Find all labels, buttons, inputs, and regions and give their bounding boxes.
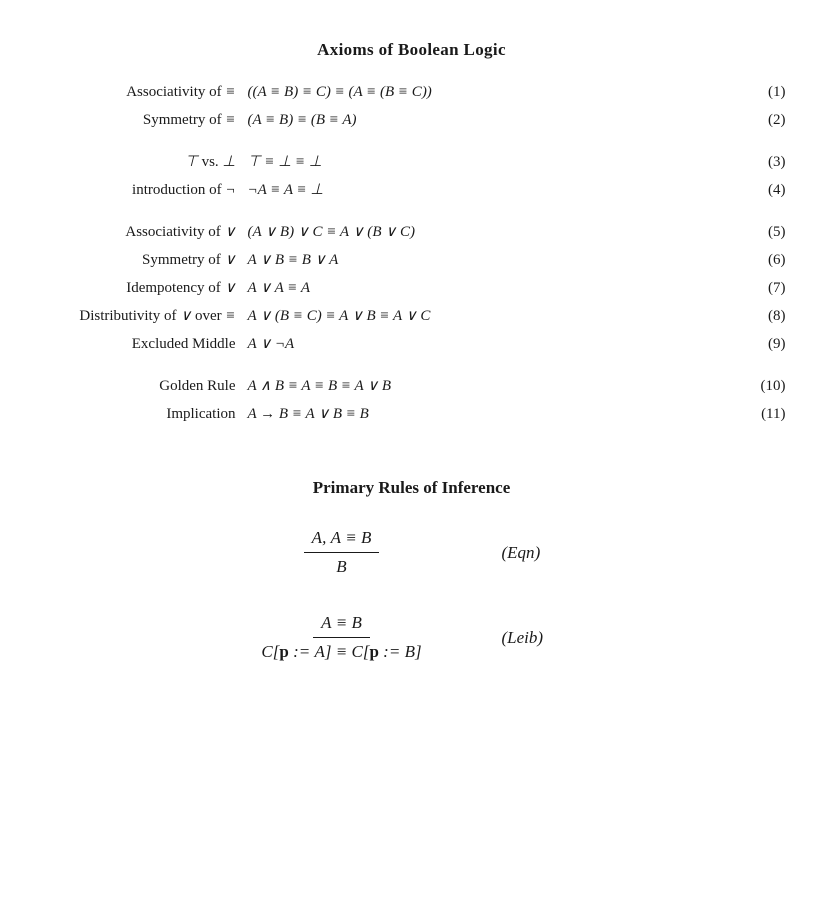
- axiom-name: Implication: [32, 400, 242, 428]
- table-row: Implication A → B ≡ A ∨ B ≡ B (11): [32, 400, 792, 428]
- axiom-number: (5): [712, 218, 792, 246]
- table-row: Associativity of ≡ ((A ≡ B) ≡ C) ≡ (A ≡ …: [32, 78, 792, 106]
- spacer-row: [32, 358, 792, 372]
- page-container: Axioms of Boolean Logic Associativity of…: [32, 40, 792, 864]
- spacer-row: [32, 204, 792, 218]
- inference-rule-leib: A ≡ B C[p := A] ≡ C[p := B] (Leib): [32, 613, 792, 662]
- axiom-name: Associativity of ≡: [32, 78, 242, 106]
- axioms-title: Axioms of Boolean Logic: [32, 40, 792, 60]
- table-row: Excluded Middle A ∨ ¬A (9): [32, 330, 792, 358]
- axiom-name: Distributivity of ∨ over ≡: [32, 302, 242, 330]
- axiom-formula: A ∨ ¬A: [242, 330, 712, 358]
- table-row: ⊤ vs. ⊥ ⊤ ≡ ⊥ ≡ ⊥ (3): [32, 148, 792, 176]
- axiom-number: (7): [712, 274, 792, 302]
- axiom-formula: ⊤ ≡ ⊥ ≡ ⊥: [242, 148, 712, 176]
- axiom-name: introduction of ¬: [32, 176, 242, 204]
- axiom-name: Excluded Middle: [32, 330, 242, 358]
- inference-rule-eqn: A, A ≡ B B (Eqn): [32, 528, 792, 577]
- fraction-numerator: A, A ≡ B: [304, 528, 380, 553]
- fraction-leib: A ≡ B C[p := A] ≡ C[p := B]: [253, 613, 429, 662]
- fraction-eqn: A, A ≡ B B: [304, 528, 380, 577]
- fraction-denominator: B: [328, 553, 354, 577]
- axiom-number: (10): [712, 372, 792, 400]
- axiom-name: Associativity of ∨: [32, 218, 242, 246]
- axiom-formula: A ∨ A ≡ A: [242, 274, 712, 302]
- axiom-formula: A ∨ B ≡ B ∨ A: [242, 246, 712, 274]
- fraction-numerator: A ≡ B: [313, 613, 370, 638]
- axiom-number: (4): [712, 176, 792, 204]
- table-row: Associativity of ∨ (A ∨ B) ∨ C ≡ A ∨ (B …: [32, 218, 792, 246]
- table-row: Idempotency of ∨ A ∨ A ≡ A (7): [32, 274, 792, 302]
- axiom-number: (3): [712, 148, 792, 176]
- axiom-name: Symmetry of ∨: [32, 246, 242, 274]
- axiom-number: (11): [712, 400, 792, 428]
- axiom-number: (9): [712, 330, 792, 358]
- axiom-name: ⊤ vs. ⊥: [32, 148, 242, 176]
- axiom-number: (6): [712, 246, 792, 274]
- spacer-row: [32, 134, 792, 148]
- table-row: introduction of ¬ ¬A ≡ A ≡ ⊥ (4): [32, 176, 792, 204]
- rule-label-leib: (Leib): [502, 628, 582, 648]
- axiom-number: (8): [712, 302, 792, 330]
- axiom-number: (2): [712, 106, 792, 134]
- axiom-name: Golden Rule: [32, 372, 242, 400]
- axiom-formula: (A ∨ B) ∨ C ≡ A ∨ (B ∨ C): [242, 218, 712, 246]
- fraction-denominator: C[p := A] ≡ C[p := B]: [253, 638, 429, 662]
- axiom-formula: ((A ≡ B) ≡ C) ≡ (A ≡ (B ≡ C)): [242, 78, 712, 106]
- table-row: Symmetry of ∨ A ∨ B ≡ B ∨ A (6): [32, 246, 792, 274]
- axiom-formula: A → B ≡ A ∨ B ≡ B: [242, 400, 712, 428]
- axiom-formula: A ∨ (B ≡ C) ≡ A ∨ B ≡ A ∨ C: [242, 302, 712, 330]
- axiom-formula: A ∧ B ≡ A ≡ B ≡ A ∨ B: [242, 372, 712, 400]
- axioms-section: Axioms of Boolean Logic Associativity of…: [32, 40, 792, 428]
- table-row: Golden Rule A ∧ B ≡ A ≡ B ≡ A ∨ B (10): [32, 372, 792, 400]
- axiom-name: Idempotency of ∨: [32, 274, 242, 302]
- table-row: Distributivity of ∨ over ≡ A ∨ (B ≡ C) ≡…: [32, 302, 792, 330]
- axiom-formula: ¬A ≡ A ≡ ⊥: [242, 176, 712, 204]
- axioms-table: Associativity of ≡ ((A ≡ B) ≡ C) ≡ (A ≡ …: [32, 78, 792, 428]
- axiom-name: Symmetry of ≡: [32, 106, 242, 134]
- axiom-number: (1): [712, 78, 792, 106]
- inference-title: Primary Rules of Inference: [32, 478, 792, 498]
- axiom-formula: (A ≡ B) ≡ (B ≡ A): [242, 106, 712, 134]
- rule-label-eqn: (Eqn): [502, 543, 582, 563]
- inference-section: Primary Rules of Inference A, A ≡ B B (E…: [32, 478, 792, 662]
- table-row: Symmetry of ≡ (A ≡ B) ≡ (B ≡ A) (2): [32, 106, 792, 134]
